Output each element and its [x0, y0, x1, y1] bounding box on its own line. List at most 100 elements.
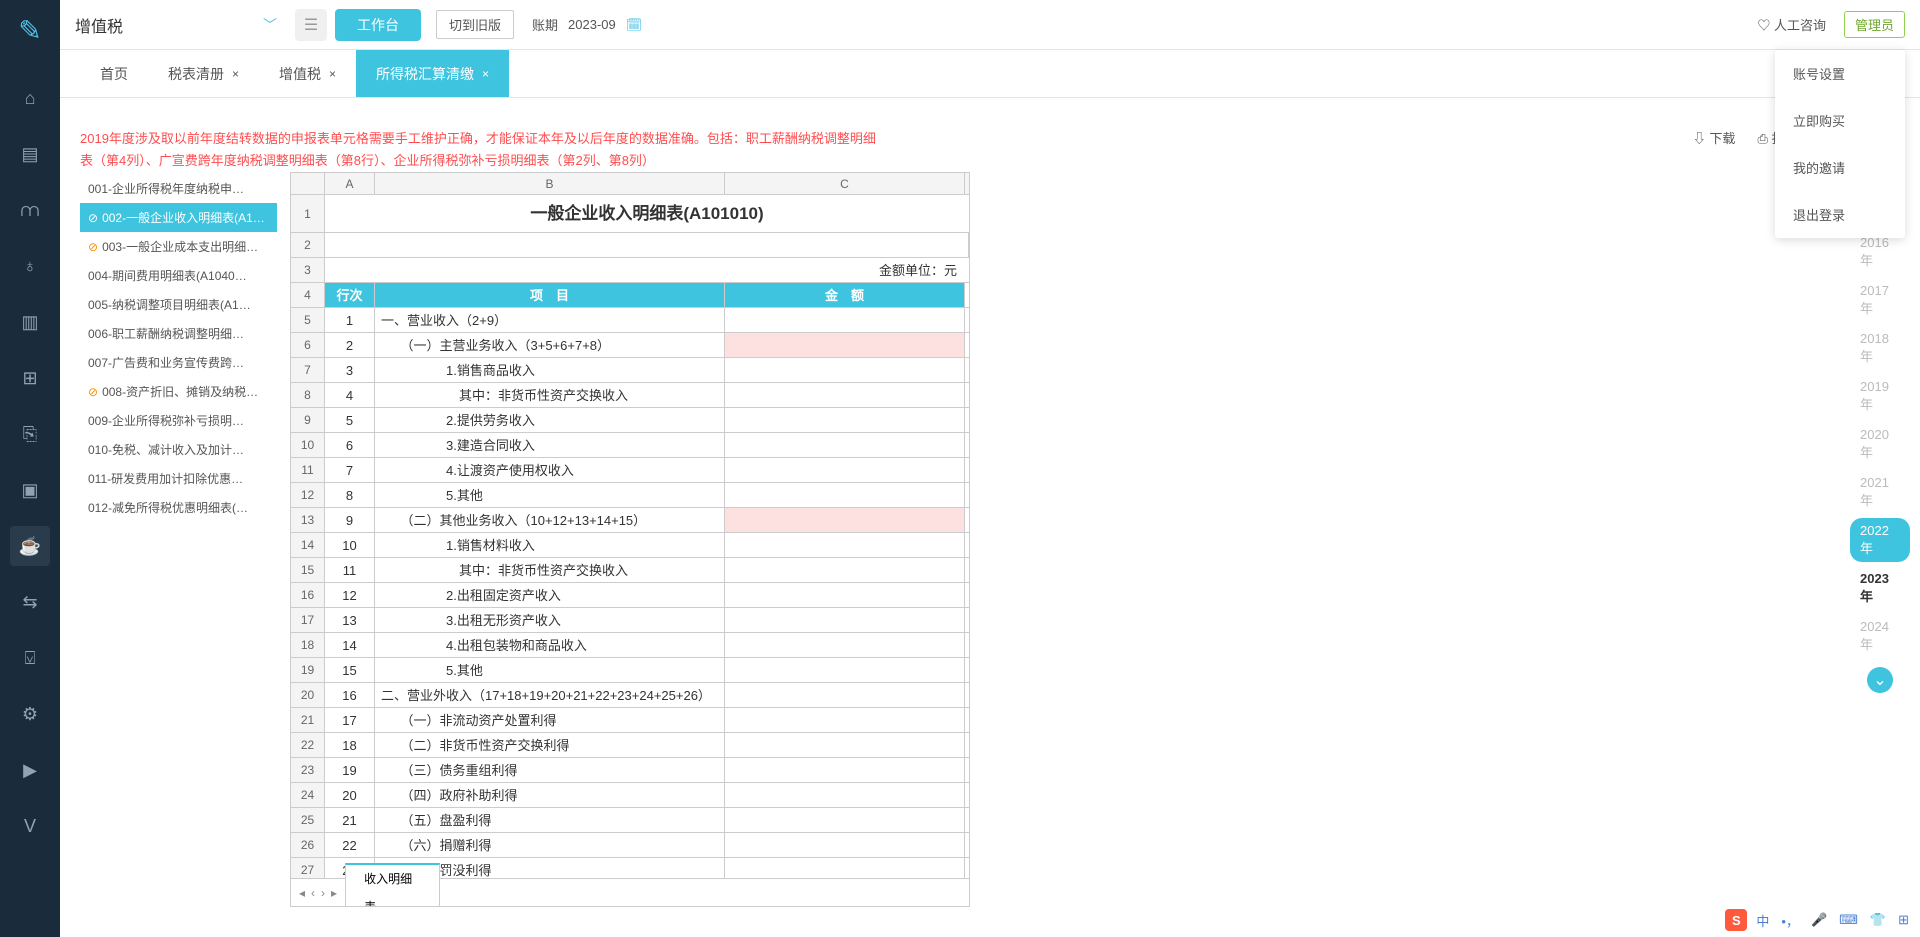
- rail-calc-icon[interactable]: ⊞: [10, 358, 50, 398]
- horizontal-scrollbar[interactable]: [440, 886, 969, 900]
- form-list-item[interactable]: 007-广告费和业务宣传费跨…: [80, 348, 277, 377]
- cell-item[interactable]: 2.提供劳务收入: [375, 408, 725, 432]
- rail-play-icon[interactable]: ▶: [10, 750, 50, 790]
- rail-transfer-icon[interactable]: ⇆: [10, 582, 50, 622]
- cell-amount[interactable]: [725, 608, 965, 632]
- form-list-item[interactable]: 012-减免所得税优惠明细表(…: [80, 493, 277, 522]
- ime-keyboard-icon[interactable]: ⌨: [1836, 912, 1861, 928]
- row-header[interactable]: 26: [291, 833, 325, 857]
- cell-item[interactable]: （三）债务重组利得: [375, 758, 725, 782]
- cell-amount[interactable]: [725, 733, 965, 757]
- form-list-item[interactable]: 005-纳税调整项目明细表(A1…: [80, 290, 277, 319]
- year-item[interactable]: 2023年: [1850, 566, 1910, 610]
- cell-rownum[interactable]: 15: [325, 658, 375, 682]
- cell-item[interactable]: （四）政府补助利得: [375, 783, 725, 807]
- cell-amount[interactable]: [725, 708, 965, 732]
- cell-item[interactable]: 其中：非货币性资产交换收入: [375, 383, 725, 407]
- cell-amount[interactable]: [725, 633, 965, 657]
- cell-item[interactable]: （二）其他业务收入（10+12+13+14+15）: [375, 508, 725, 532]
- cell-rownum[interactable]: 6: [325, 433, 375, 457]
- row-header[interactable]: 7: [291, 358, 325, 382]
- row-header[interactable]: 5: [291, 308, 325, 332]
- row-header[interactable]: 3: [291, 258, 325, 282]
- form-list-item[interactable]: 011-研发费用加计扣除优惠…: [80, 464, 277, 493]
- cell-item[interactable]: 其中：非货币性资产交换收入: [375, 558, 725, 582]
- year-item[interactable]: 2021年: [1850, 470, 1910, 514]
- tab[interactable]: 税表清册×: [148, 50, 259, 97]
- close-icon[interactable]: ×: [232, 67, 239, 81]
- cell-amount[interactable]: [725, 333, 965, 357]
- cell-rownum[interactable]: 20: [325, 783, 375, 807]
- close-icon[interactable]: ×: [482, 67, 489, 81]
- cell-rownum[interactable]: 7: [325, 458, 375, 482]
- user-menu-item[interactable]: 立即购买: [1775, 97, 1905, 144]
- cell-amount[interactable]: [725, 433, 965, 457]
- close-icon[interactable]: ×: [329, 67, 336, 81]
- ime-skin-icon[interactable]: 👕: [1867, 912, 1889, 928]
- cell-amount[interactable]: [725, 858, 965, 878]
- cell-amount[interactable]: [725, 533, 965, 557]
- cell-rownum[interactable]: 10: [325, 533, 375, 557]
- ime-brand-icon[interactable]: S: [1725, 909, 1747, 931]
- rail-money-icon[interactable]: ♁: [10, 246, 50, 286]
- cell-item[interactable]: 2.出租固定资产收入: [375, 583, 725, 607]
- ime-lang[interactable]: 中: [1753, 911, 1772, 930]
- col-header-a[interactable]: A: [325, 173, 375, 194]
- row-header[interactable]: 20: [291, 683, 325, 707]
- year-item[interactable]: 2018年: [1850, 326, 1910, 370]
- cell-rownum[interactable]: 2: [325, 333, 375, 357]
- rail-box-icon[interactable]: ▣: [10, 470, 50, 510]
- consult-link[interactable]: ♡ 人工咨询: [1757, 15, 1826, 34]
- rail-clipboard-icon[interactable]: ▥: [10, 302, 50, 342]
- user-menu-item[interactable]: 账号设置: [1775, 50, 1905, 97]
- col-header-b[interactable]: B: [375, 173, 725, 194]
- year-item[interactable]: 2019年: [1850, 374, 1910, 418]
- admin-user-button[interactable]: 管理员: [1844, 11, 1905, 38]
- download-button[interactable]: ⇩ 下载: [1693, 128, 1736, 147]
- row-header[interactable]: 14: [291, 533, 325, 557]
- form-list-item[interactable]: ⊘003-一般企业成本支出明细…: [80, 232, 277, 261]
- cell-item[interactable]: 1.销售商品收入: [375, 358, 725, 382]
- cell-item[interactable]: （五）盘盈利得: [375, 808, 725, 832]
- cell-item[interactable]: 5.其他: [375, 658, 725, 682]
- sheet-tab-label[interactable]: 收入明细表: [345, 863, 440, 908]
- row-header[interactable]: 1: [291, 195, 325, 232]
- sheet-nav-arrows[interactable]: ◂‹›▸: [291, 886, 345, 900]
- row-header[interactable]: 25: [291, 808, 325, 832]
- cell-rownum[interactable]: 13: [325, 608, 375, 632]
- cell-amount[interactable]: [725, 583, 965, 607]
- form-list-item[interactable]: ⊘008-资产折旧、摊销及纳税…: [80, 377, 277, 406]
- cell-item[interactable]: （一）非流动资产处置利得: [375, 708, 725, 732]
- row-header[interactable]: 18: [291, 633, 325, 657]
- cell-item[interactable]: 4.出租包装物和商品收入: [375, 633, 725, 657]
- form-list-item[interactable]: 001-企业所得税年度纳税申…: [80, 174, 277, 203]
- cell-item[interactable]: 一、营业收入（2+9）: [375, 308, 725, 332]
- cell-amount[interactable]: [725, 508, 965, 532]
- row-header[interactable]: 2: [291, 233, 325, 257]
- period-value[interactable]: 2023-09: [568, 17, 616, 32]
- user-menu-item[interactable]: 我的邀请: [1775, 144, 1905, 191]
- row-header[interactable]: 4: [291, 283, 325, 307]
- year-item[interactable]: 2024年: [1850, 614, 1910, 658]
- cell-item[interactable]: （一）主营业务收入（3+5+6+7+8）: [375, 333, 725, 357]
- row-header[interactable]: 16: [291, 583, 325, 607]
- row-header[interactable]: 8: [291, 383, 325, 407]
- rail-bowl-icon[interactable]: ☕: [10, 526, 50, 566]
- year-item[interactable]: 2017年: [1850, 278, 1910, 322]
- row-header[interactable]: 22: [291, 733, 325, 757]
- tab[interactable]: 首页: [80, 50, 148, 97]
- cell-rownum[interactable]: 11: [325, 558, 375, 582]
- cell-rownum[interactable]: 18: [325, 733, 375, 757]
- cell-amount[interactable]: [725, 808, 965, 832]
- year-item[interactable]: 2022年: [1850, 518, 1910, 562]
- cell-rownum[interactable]: 8: [325, 483, 375, 507]
- form-list-item[interactable]: 009-企业所得税弥补亏损明…: [80, 406, 277, 435]
- cell-amount[interactable]: [725, 458, 965, 482]
- cell-rownum[interactable]: 3: [325, 358, 375, 382]
- calendar-icon[interactable]: 🗓: [626, 17, 643, 33]
- cell-amount[interactable]: [725, 383, 965, 407]
- workspace-button[interactable]: 工作台: [335, 9, 421, 41]
- rail-v-icon[interactable]: V: [10, 806, 50, 846]
- row-header[interactable]: 24: [291, 783, 325, 807]
- cell-amount[interactable]: [725, 408, 965, 432]
